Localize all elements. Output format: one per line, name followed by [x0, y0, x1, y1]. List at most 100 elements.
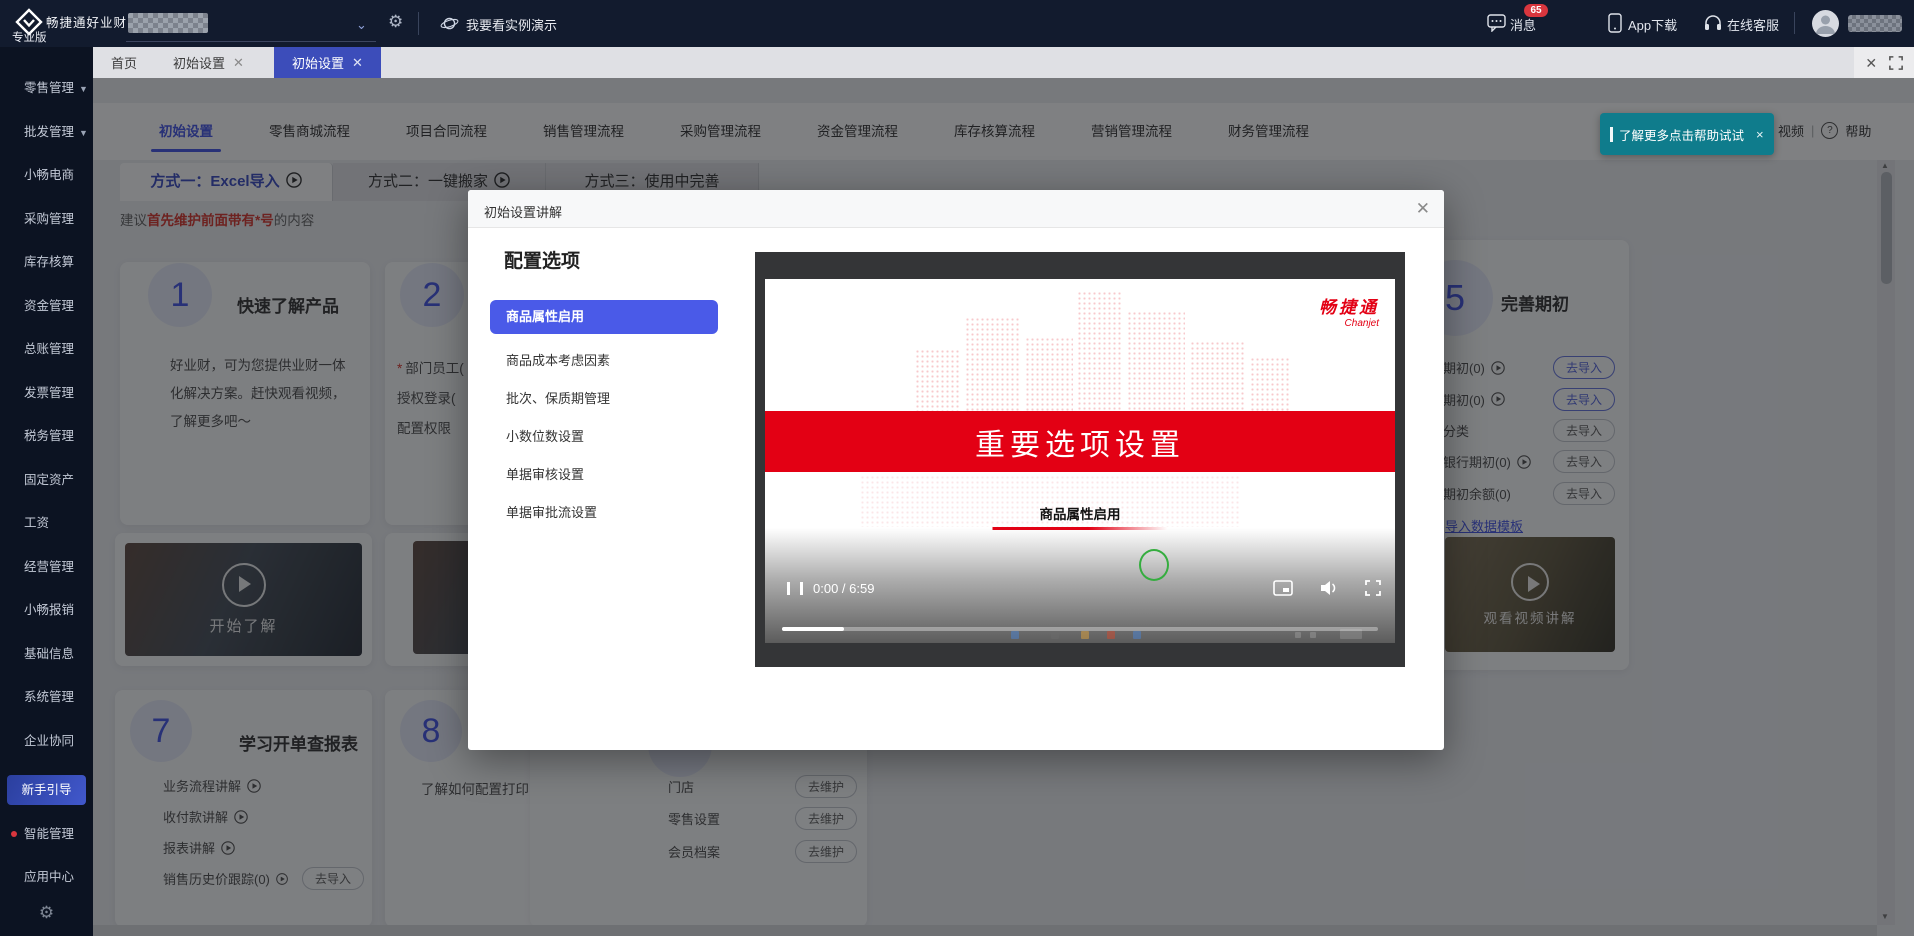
sidebar-item-应用中心[interactable]: 应用中心 [0, 867, 93, 887]
modal-options-list: 商品属性启用商品成本考虑因素 批次、保质期管理 小数位数设置 单据审核设置 单据审批流设… [490, 300, 718, 532]
taskbar-icon [1295, 632, 1301, 638]
modal-option-批次、保质期管理[interactable]: 批次、保质期管理 [490, 380, 718, 418]
cursor-highlight-circle [1139, 549, 1169, 581]
fullscreen-icon[interactable] [1365, 580, 1381, 596]
sidebar-item-label: 应用中心 [24, 870, 75, 884]
skyline-decoration [1127, 311, 1185, 411]
taskbar-icon [1011, 631, 1019, 639]
sidebar-item-工资[interactable]: 工资 [0, 513, 93, 533]
video-progress-bar[interactable] [782, 627, 1378, 631]
taskbar-icon [1107, 631, 1115, 639]
skyline-decoration [1190, 341, 1245, 411]
sidebar-item-label: 工资 [24, 516, 50, 530]
sidebar-item-label: 库存核算 [24, 255, 75, 269]
sidebar-item-企业协同[interactable]: 企业协同 [0, 731, 93, 751]
sidebar-item-库存核算[interactable]: 库存核算 [0, 252, 93, 272]
skyline-decoration [915, 349, 960, 411]
modal-option-小数位数设置[interactable]: 小数位数设置 [490, 418, 718, 456]
brand-cn: 畅捷通 [1319, 298, 1379, 317]
sidebar-settings-gear-icon[interactable]: ⚙ [0, 903, 93, 923]
divider [1794, 12, 1795, 34]
tab-label: 初始设置 [173, 56, 226, 71]
chanjet-logo: 畅捷通 Chanjet [1319, 293, 1379, 329]
taskbar-icon [1310, 632, 1316, 638]
tab-close-icon[interactable]: ✕ [233, 55, 244, 71]
sidebar-item-资金管理[interactable]: 资金管理 [0, 296, 93, 316]
demo-link[interactable]: 我要看实例演示 [466, 15, 557, 34]
gear-icon[interactable]: ⚙ [388, 12, 403, 32]
sidebar-item-小畅电商[interactable]: 小畅电商 [0, 165, 93, 185]
sidebar-item-经营管理[interactable]: 经营管理 [0, 557, 93, 577]
sidebar-item-批发管理[interactable]: 批发管理 ▼ [0, 122, 93, 142]
sidebar-item-label: 基础信息 [24, 646, 75, 661]
tab-close-icon[interactable]: ✕ [352, 55, 363, 71]
sidebar-item-label: 智能管理 [24, 826, 75, 841]
modal-title: 初始设置讲解 [484, 205, 563, 220]
video-time: 0:00 / 6:59 [813, 581, 875, 596]
messages-link[interactable]: 消息 [1510, 15, 1536, 34]
tab-首页[interactable]: 首页 [93, 47, 155, 78]
volume-icon[interactable] [1320, 580, 1338, 596]
chevron-down-icon: ▼ [79, 84, 88, 94]
skyline-decoration [1077, 291, 1123, 411]
sidebar-item-税务管理[interactable]: 税务管理 [0, 426, 93, 446]
message-icon[interactable] [1487, 14, 1506, 32]
avatar[interactable] [1812, 10, 1839, 37]
video-banner-text: 重要选项设置 [975, 428, 1185, 462]
banner-close-icon[interactable]: × [1756, 127, 1764, 142]
modal-option-单据审核设置[interactable]: 单据审核设置 [490, 456, 718, 494]
sidebar-item-label: 小畅电商 [24, 168, 75, 182]
sidebar-item-label: 系统管理 [24, 690, 75, 704]
tab-label: 初始设置 [291, 56, 344, 71]
modal-option-商品属性启用[interactable]: 商品属性启用 [490, 300, 718, 334]
online-support-link[interactable]: 在线客服 [1727, 15, 1779, 34]
skyline-decoration [1025, 337, 1073, 411]
modal-option-商品成本考虑因素[interactable]: 商品成本考虑因素 [490, 342, 718, 380]
expand-icon[interactable] [1888, 55, 1903, 70]
sidebar-item-label: 小畅报销 [24, 603, 75, 617]
taskbar-icon [1133, 631, 1141, 639]
sidebar-item-label: 固定资产 [24, 472, 75, 487]
sidebar-item-新手引导[interactable]: 新手引导 [7, 775, 86, 805]
brand-edition: 专业版 [12, 32, 47, 44]
banner-accent [1610, 126, 1613, 142]
video-subtitle: 商品属性启用 [1039, 507, 1121, 522]
sidebar-item-基础信息[interactable]: 基础信息 [0, 644, 93, 664]
sidebar-item-小畅报销[interactable]: 小畅报销 [0, 600, 93, 620]
sidebar-item-label: 企业协同 [24, 733, 75, 748]
sidebar-item-label: 税务管理 [24, 429, 75, 443]
sidebar-item-总账管理[interactable]: 总账管理 [0, 339, 93, 359]
video-content: 畅捷通 Chanjet 重要选项设置 商品属性启用 0:00 / 6:59 [765, 279, 1395, 643]
tab-初始设置[interactable]: 初始设置 ✕ [273, 47, 381, 78]
modal-close-icon[interactable]: ✕ [1416, 199, 1430, 219]
modal-option-单据审批流设置[interactable]: 单据审批流设置 [490, 494, 718, 532]
video-banner: 重要选项设置 [765, 411, 1395, 472]
sidebar-item-固定资产[interactable]: 固定资产 [0, 470, 93, 490]
sidebar-item-采购管理[interactable]: 采购管理 [0, 209, 93, 229]
tab-label: 首页 [111, 56, 138, 71]
pause-icon[interactable] [787, 582, 803, 595]
person-icon [1816, 15, 1835, 34]
sidebar: ⚙ 零售管理 ▼ 批发管理 ▼ 小畅电商采购管理库存核算资金管理总账管理发票管理税务管理… [0, 47, 93, 936]
sidebar-item-label: 零售管理 [24, 81, 75, 95]
sidebar-item-智能管理[interactable]: 智能管理 [0, 824, 93, 844]
window-tabs: 首页 初始设置 ✕ 初始设置 ✕ [93, 47, 381, 78]
sidebar-item-label: 经营管理 [24, 559, 75, 574]
app-window: 初始设置零售商城流程项目合同流程销售管理流程采购管理流程资金管理流程库存核算流程… [0, 0, 1914, 936]
sidebar-item-label: 资金管理 [24, 298, 75, 313]
pip-icon[interactable] [1273, 580, 1293, 596]
chevron-down-icon[interactable]: ⌄ [356, 17, 368, 32]
sidebar-item-零售管理[interactable]: 零售管理 ▼ [0, 78, 93, 98]
sidebar-item-系统管理[interactable]: 系统管理 [0, 687, 93, 707]
tab-初始设置[interactable]: 初始设置 ✕ [155, 47, 262, 78]
app-download-link[interactable]: App下载 [1628, 15, 1677, 34]
close-icon[interactable]: ✕ [1865, 56, 1877, 70]
sidebar-item-label: 采购管理 [24, 211, 75, 226]
sidebar-item-发票管理[interactable]: 发票管理 [0, 383, 93, 403]
notification-dot [11, 830, 17, 837]
company-selector-blurred[interactable] [128, 13, 208, 33]
sidebar-item-label: 新手引导 [21, 783, 72, 797]
initial-setup-modal: 初始设置讲解 ✕ 配置选项 商品属性启用 商品成本考虑因素 批次、保质期管理 小数位数… [468, 190, 1444, 750]
username-blurred [1848, 15, 1902, 32]
video-player[interactable]: 畅捷通 Chanjet 重要选项设置 商品属性启用 0:00 / 6:59 [755, 252, 1405, 667]
